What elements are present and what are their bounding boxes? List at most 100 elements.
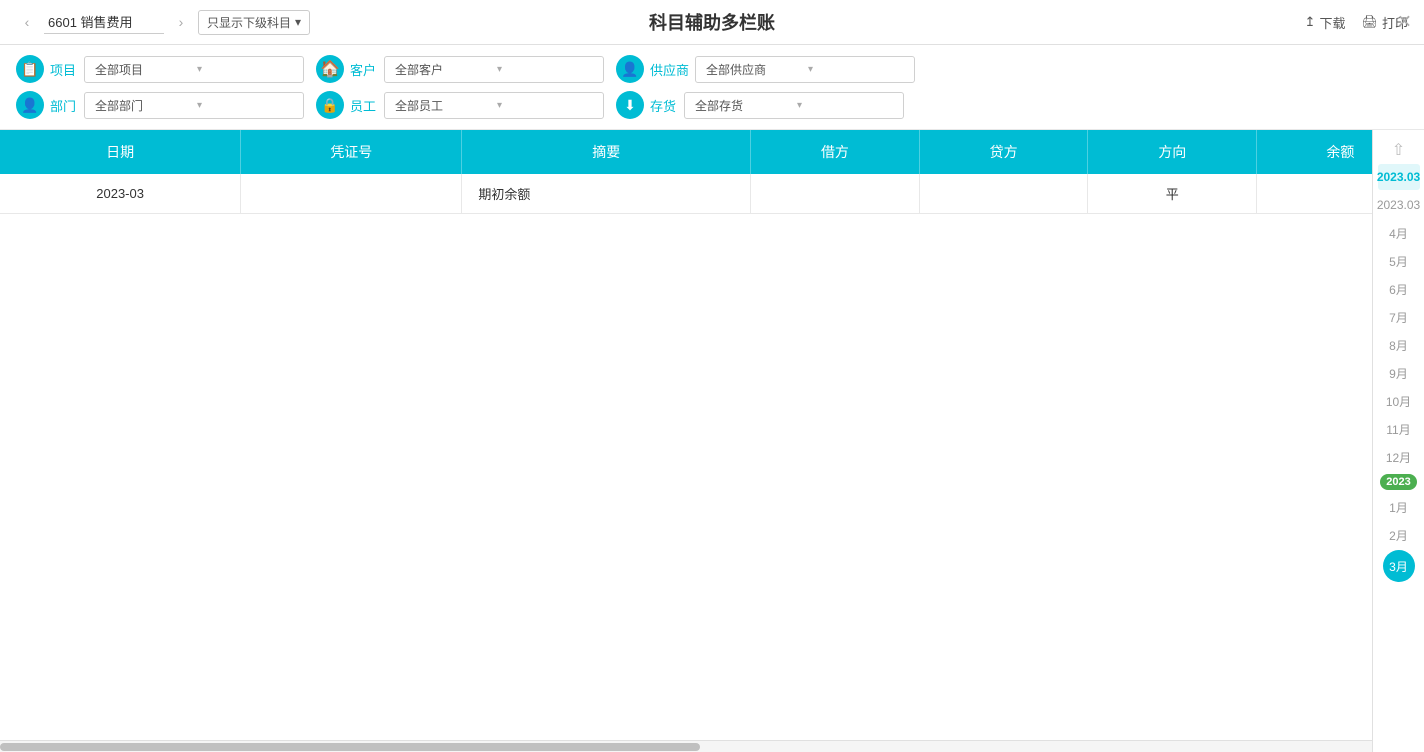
project-label: 项目 [50, 60, 78, 79]
sidebar-month-label: 4月 [1389, 225, 1408, 242]
table-wrapper: 日期 凭证号 摘要 借方 贷方 方向 余额 2023-03 [0, 130, 1424, 740]
col-summary: 摘要 [462, 130, 751, 174]
filter-item-inventory: ⬇ 存货 全部存货 ▾ [616, 91, 904, 119]
employee-value: 全部员工 [395, 97, 491, 114]
title-bar: ‹ 6601 销售费用 › 只显示下级科目 ▾ 科目辅助多栏账 ↥ 下载 🖨 打… [0, 0, 1424, 45]
col-debit: 借方 [751, 130, 920, 174]
sidebar-month-label: 2月 [1389, 527, 1408, 544]
employee-icon: 🔒 [316, 91, 344, 119]
nav-account: ‹ 6601 销售费用 › 只显示下级科目 ▾ [16, 10, 310, 35]
col-direction: 方向 [1088, 130, 1257, 174]
table-header-row: 日期 凭证号 摘要 借方 贷方 方向 余额 [0, 130, 1424, 174]
download-button[interactable]: ↥ 下载 [1305, 13, 1346, 32]
download-icon: ↥ [1305, 14, 1316, 30]
scrollbar-thumb[interactable] [0, 743, 700, 751]
cell-direction: 平 [1088, 174, 1257, 214]
print-icon: 🖨 [1361, 14, 1378, 30]
cell-voucher [241, 174, 462, 214]
sidebar-month-label: 1月 [1389, 499, 1408, 516]
cell-credit [919, 174, 1088, 214]
supplier-icon: 👤 [616, 55, 644, 83]
inventory-icon: ⬇ [616, 91, 644, 119]
customer-value: 全部客户 [395, 61, 491, 78]
sidebar-month-label: 2023.03 [1377, 170, 1420, 184]
sidebar-item-7[interactable]: 7月 [1378, 304, 1420, 330]
filter-item-project: 📋 项目 全部项目 ▾ [16, 55, 304, 83]
supplier-select[interactable]: 全部供应商 ▾ [695, 56, 915, 83]
year-badge: 2023 [1380, 474, 1416, 490]
right-sidebar: ⇧ 2023.03 2023.03 4月 5月 6月 7月 8月 [1372, 130, 1424, 752]
col-voucher: 凭证号 [241, 130, 462, 174]
sidebar-month-label: 5月 [1389, 253, 1408, 270]
department-select[interactable]: 全部部门 ▾ [84, 92, 304, 119]
inventory-label: 存货 [650, 96, 678, 115]
sidebar-month-label: 10月 [1386, 393, 1411, 410]
account-code-label: 6601 销售费用 [44, 10, 164, 34]
employee-label: 员工 [350, 96, 378, 115]
cell-summary: 期初余额 [462, 174, 751, 214]
supplier-arrow: ▾ [808, 64, 904, 75]
inventory-select[interactable]: 全部存货 ▾ [684, 92, 904, 119]
project-arrow: ▾ [197, 64, 293, 75]
sidebar-item-9[interactable]: 9月 [1378, 360, 1420, 386]
employee-arrow: ▾ [497, 100, 593, 111]
sub-account-filter-label: 只显示下级科目 [207, 14, 291, 31]
col-credit: 贷方 [919, 130, 1088, 174]
sidebar-item-10[interactable]: 10月 [1378, 388, 1420, 414]
filter-item-department: 👤 部门 全部部门 ▾ [16, 91, 304, 119]
sidebar-month-label: 7月 [1389, 309, 1408, 326]
filter-area: 📋 项目 全部项目 ▾ 🏠 客户 全部客户 ▾ 👤 供应商 [0, 45, 1424, 130]
table-row: 2023-03 期初余额 平 [0, 174, 1424, 214]
sidebar-item-5[interactable]: 5月 [1378, 248, 1420, 274]
next-account-button[interactable]: › [170, 11, 192, 33]
download-label: 下载 [1319, 13, 1345, 32]
department-icon: 👤 [16, 91, 44, 119]
filter-item-supplier: 👤 供应商 全部供应商 ▾ [616, 55, 915, 83]
sub-account-filter-arrow: ▾ [295, 15, 301, 29]
filter-row-2: 👤 部门 全部部门 ▾ 🔒 员工 全部员工 ▾ ⬇ 存货 [16, 91, 1408, 119]
sidebar-item-2023-03-top[interactable]: 2023.03 [1378, 164, 1420, 190]
main-table: 日期 凭证号 摘要 借方 贷方 方向 余额 2023-03 [0, 130, 1424, 214]
department-value: 全部部门 [95, 97, 191, 114]
department-arrow: ▾ [197, 100, 293, 111]
sidebar-item-current-month[interactable]: 3月 [1383, 550, 1415, 582]
prev-account-button[interactable]: ‹ [16, 11, 38, 33]
sidebar-item-4[interactable]: 4月 [1378, 220, 1420, 246]
cell-debit [751, 174, 920, 214]
page-title: 科目辅助多栏账 [649, 9, 775, 35]
customer-select[interactable]: 全部客户 ▾ [384, 56, 604, 83]
customer-icon: 🏠 [316, 55, 344, 83]
employee-select[interactable]: 全部员工 ▾ [384, 92, 604, 119]
sidebar-month-label: 9月 [1389, 365, 1408, 382]
project-value: 全部项目 [95, 61, 191, 78]
sidebar-item-2023-03-sub[interactable]: 2023.03 [1378, 192, 1420, 218]
sidebar-month-label: 12月 [1386, 449, 1411, 466]
col-date: 日期 [0, 130, 241, 174]
sidebar-item-8[interactable]: 8月 [1378, 332, 1420, 358]
cell-date: 2023-03 [0, 174, 241, 214]
filter-item-employee: 🔒 员工 全部员工 ▾ [316, 91, 604, 119]
sidebar-item-1[interactable]: 1月 [1378, 494, 1420, 520]
supplier-value: 全部供应商 [706, 61, 802, 78]
inventory-arrow: ▾ [797, 100, 893, 111]
close-button[interactable]: ✕ [1397, 12, 1412, 33]
sidebar-item-11[interactable]: 11月 [1378, 416, 1420, 442]
project-icon: 📋 [16, 55, 44, 83]
sidebar-up-button[interactable]: ⇧ [1381, 138, 1417, 162]
customer-arrow: ▾ [497, 64, 593, 75]
sidebar-current-month-label: 3月 [1389, 558, 1408, 575]
title-actions: ↥ 下载 🖨 打印 [1305, 13, 1408, 32]
project-select[interactable]: 全部项目 ▾ [84, 56, 304, 83]
filter-row-1: 📋 项目 全部项目 ▾ 🏠 客户 全部客户 ▾ 👤 供应商 [16, 55, 1408, 83]
sidebar-item-12[interactable]: 12月 [1378, 444, 1420, 470]
sidebar-item-6[interactable]: 6月 [1378, 276, 1420, 302]
supplier-label: 供应商 [650, 60, 689, 79]
sidebar-month-label: 8月 [1389, 337, 1408, 354]
sidebar-month-label: 6月 [1389, 281, 1408, 298]
inventory-value: 全部存货 [695, 97, 791, 114]
department-label: 部门 [50, 96, 78, 115]
filter-item-customer: 🏠 客户 全部客户 ▾ [316, 55, 604, 83]
horizontal-scrollbar[interactable] [0, 740, 1424, 752]
sub-account-filter[interactable]: 只显示下级科目 ▾ [198, 10, 310, 35]
sidebar-item-2[interactable]: 2月 [1378, 522, 1420, 548]
